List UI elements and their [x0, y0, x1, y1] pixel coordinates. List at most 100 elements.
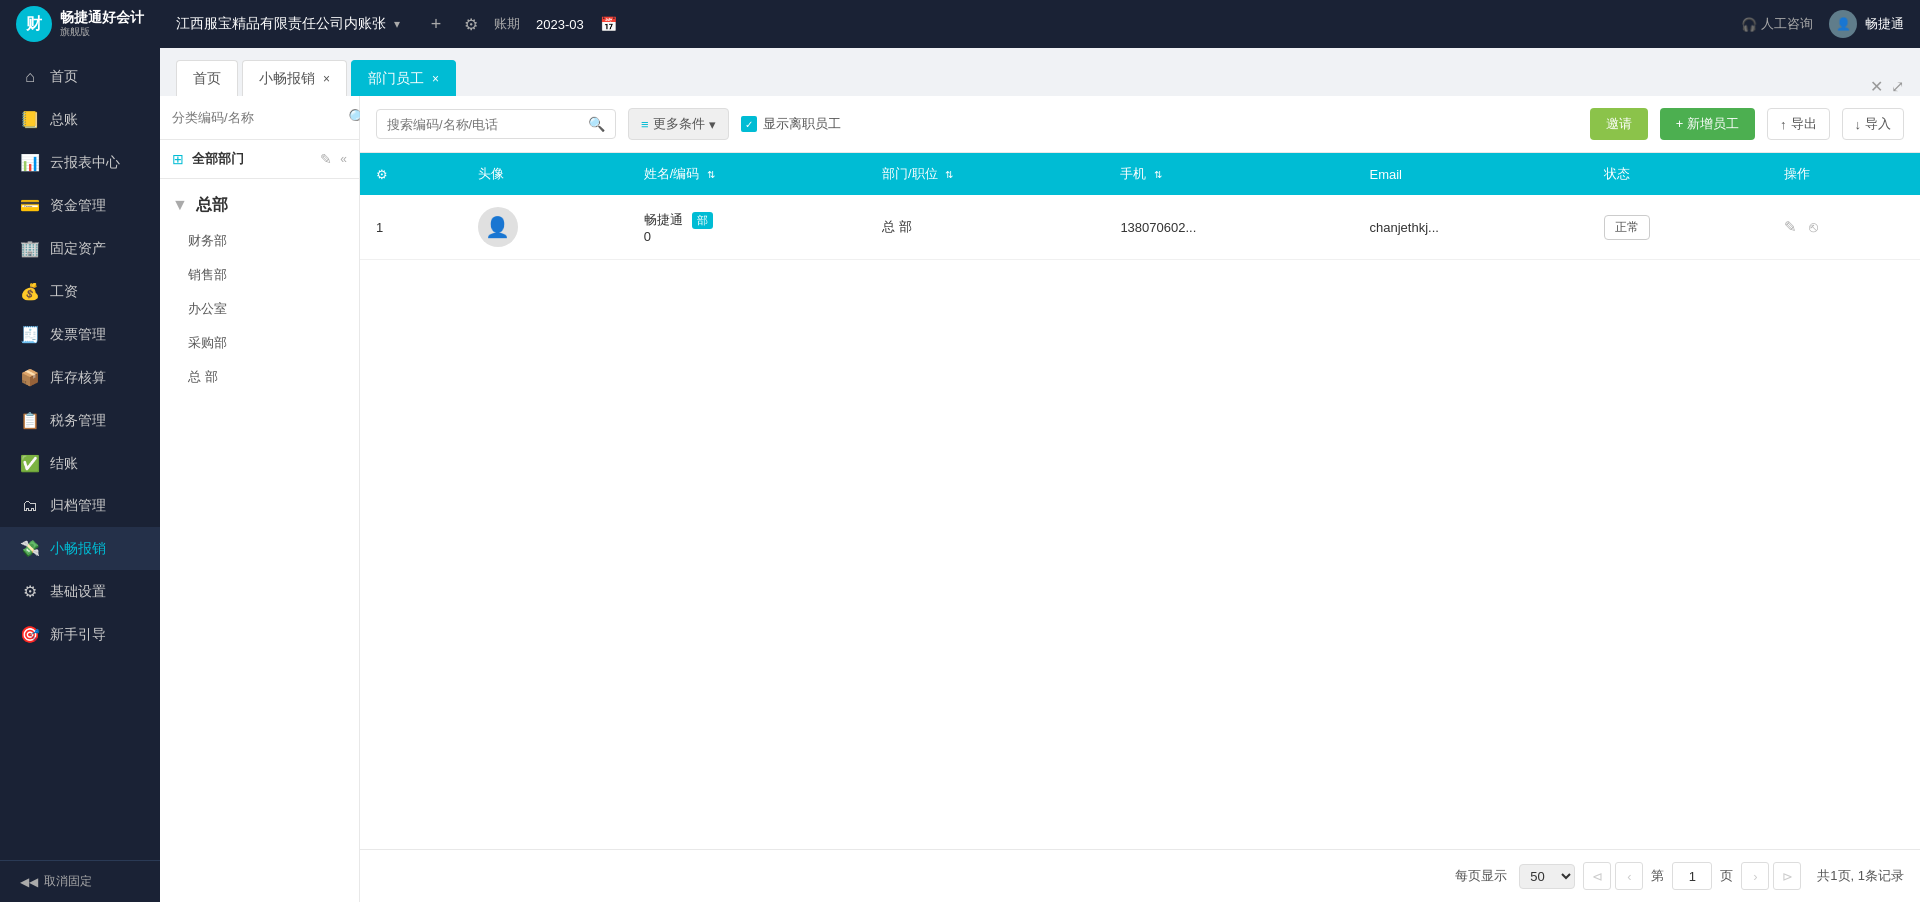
sidebar-item-label: 云报表中心: [50, 154, 120, 172]
tab-dept-close[interactable]: ×: [432, 72, 439, 86]
sidebar-item-invoice[interactable]: 🧾 发票管理: [0, 313, 160, 356]
per-page-select[interactable]: 50 100 200: [1519, 864, 1575, 889]
filter-chevron-icon: ▾: [709, 117, 716, 132]
dept-tree: ▼ 总部 财务部 销售部 办公室 采购部: [160, 179, 359, 902]
col-email: Email: [1353, 153, 1587, 195]
sidebar-item-basic[interactable]: ⚙ 基础设置: [0, 570, 160, 613]
page-input[interactable]: [1672, 862, 1712, 890]
avatar: 👤: [1829, 10, 1857, 38]
tab-expense-close[interactable]: ×: [323, 72, 330, 86]
dept-item-purchase[interactable]: 采购部: [160, 326, 359, 360]
sidebar: ⌂ 首页 📒 总账 📊 云报表中心 💳 资金管理 🏢 固定资产 💰 工资: [0, 48, 160, 902]
toolbar: 🔍 ≡ 更多条件 ▾ ✓ 显示离职员工 邀请 + 新增员工: [360, 96, 1920, 153]
period-value[interactable]: 2023-03: [536, 17, 584, 32]
right-content: 🔍 ≡ 更多条件 ▾ ✓ 显示离职员工 邀请 + 新增员工: [360, 96, 1920, 902]
row-status: 正常: [1588, 195, 1768, 260]
dept-tree-root[interactable]: ▼ 总部: [160, 187, 359, 224]
show-resigned-toggle[interactable]: ✓ 显示离职员工: [741, 115, 841, 133]
show-resigned-checkbox[interactable]: ✓: [741, 116, 757, 132]
calendar-icon[interactable]: 📅: [600, 16, 617, 32]
page-content: 🔍 ⊞ 全部部门 ✎ « ▼ 总部 财务部: [160, 96, 1920, 902]
tab-dept-employee[interactable]: 部门员工 ×: [351, 60, 456, 96]
last-page-button[interactable]: ⊳: [1773, 862, 1801, 890]
employee-search-input[interactable]: [387, 117, 582, 132]
top-header: 财 畅捷通好会计 旗舰版 江西服宝精品有限责任公司内账张 ▾ + ⚙ 账期 20…: [0, 0, 1920, 48]
sidebar-item-ledger[interactable]: 📒 总账: [0, 98, 160, 141]
invite-button[interactable]: 邀请: [1590, 108, 1648, 140]
import-button[interactable]: ↓ 导入: [1842, 108, 1905, 140]
sidebar-item-home[interactable]: ⌂ 首页: [0, 56, 160, 98]
tab-expense[interactable]: 小畅报销 ×: [242, 60, 347, 96]
logout-icon[interactable]: ⎋: [1809, 218, 1818, 236]
sidebar-item-expense[interactable]: 💸 小畅报销: [0, 527, 160, 570]
logo-area: 财 畅捷通好会计 旗舰版: [16, 6, 176, 42]
dept-root-label: 总部: [196, 196, 228, 213]
app-name: 畅捷通好会计: [60, 9, 144, 26]
tab-dept-label: 部门员工: [368, 70, 424, 88]
dept-grid-icon: ⊞: [172, 151, 184, 167]
sidebar-item-archive[interactable]: 🗂 归档管理: [0, 485, 160, 527]
dept-sales-label: 销售部: [188, 267, 227, 282]
tab-home[interactable]: 首页: [176, 60, 238, 96]
settings-icon[interactable]: ⚙: [464, 15, 478, 34]
col-dept[interactable]: 部门/职位 ⇅: [866, 153, 1104, 195]
pagination-buttons: ⊲ ‹ 第 页 › ⊳: [1583, 862, 1801, 890]
dept-item-office[interactable]: 办公室: [160, 292, 359, 326]
export-label: 导出: [1791, 115, 1817, 133]
sidebar-item-guide[interactable]: 🎯 新手引导: [0, 613, 160, 656]
dept-panel: 🔍 ⊞ 全部部门 ✎ « ▼ 总部 财务部: [160, 96, 360, 902]
header-middle: + ⚙ 账期 2023-03 📅: [424, 12, 617, 36]
company-selector[interactable]: 江西服宝精品有限责任公司内账张 ▾: [176, 15, 400, 33]
sidebar-item-salary[interactable]: 💰 工资: [0, 270, 160, 313]
sidebar-item-label: 结账: [50, 455, 78, 473]
expand-arrow-icon: ▼: [172, 196, 188, 213]
sidebar-item-settle[interactable]: ✅ 结账: [0, 442, 160, 485]
dept-item-general[interactable]: 总 部: [160, 360, 359, 394]
support-button[interactable]: 🎧 人工咨询: [1741, 15, 1813, 33]
dept-finance-label: 财务部: [188, 233, 227, 248]
add-employee-button[interactable]: + 新增员工: [1660, 108, 1755, 140]
col-status: 状态: [1588, 153, 1768, 195]
sidebar-item-tax[interactable]: 📋 税务管理: [0, 399, 160, 442]
invoice-icon: 🧾: [20, 325, 40, 344]
dept-edit-icon[interactable]: ✎: [320, 151, 332, 167]
sidebar-nav: ⌂ 首页 📒 总账 📊 云报表中心 💳 资金管理 🏢 固定资产 💰 工资: [0, 48, 160, 860]
table-footer: 每页显示 50 100 200 ⊲ ‹ 第 页 › ⊳: [360, 849, 1920, 902]
close-tab-btn[interactable]: ✕: [1870, 77, 1883, 96]
employee-dept-tag: 部: [692, 212, 713, 229]
dept-purchase-label: 采购部: [188, 335, 227, 350]
dept-item-finance[interactable]: 财务部: [160, 224, 359, 258]
cancel-pin-button[interactable]: ◀◀ 取消固定: [0, 860, 160, 902]
sidebar-item-label: 归档管理: [50, 497, 106, 515]
edit-icon[interactable]: ✎: [1784, 218, 1797, 236]
sidebar-item-inventory[interactable]: 📦 库存核算: [0, 356, 160, 399]
col-name[interactable]: 姓名/编码 ⇅: [628, 153, 866, 195]
export-button[interactable]: ↑ 导出: [1767, 108, 1830, 140]
add-tab-button[interactable]: +: [424, 12, 448, 36]
sidebar-item-label: 新手引导: [50, 626, 106, 644]
status-badge: 正常: [1604, 215, 1650, 240]
sidebar-item-fixed-assets[interactable]: 🏢 固定资产: [0, 227, 160, 270]
archive-icon: 🗂: [20, 497, 40, 515]
header-right: 🎧 人工咨询 👤 畅捷通: [1741, 10, 1904, 38]
maximize-tab-btn[interactable]: ⤢: [1891, 77, 1904, 96]
user-menu[interactable]: 👤 畅捷通: [1829, 10, 1904, 38]
col-phone[interactable]: 手机 ⇅: [1104, 153, 1353, 195]
sidebar-item-label: 资金管理: [50, 197, 106, 215]
sidebar-item-assets-mgmt[interactable]: 💳 资金管理: [0, 184, 160, 227]
prev-page-button[interactable]: ‹: [1615, 862, 1643, 890]
show-resigned-label: 显示离职员工: [763, 115, 841, 133]
next-page-button[interactable]: ›: [1741, 862, 1769, 890]
sidebar-item-reports[interactable]: 📊 云报表中心: [0, 141, 160, 184]
dept-search-input[interactable]: [172, 110, 340, 125]
row-dept: 总 部: [866, 195, 1104, 260]
first-page-button[interactable]: ⊲: [1583, 862, 1611, 890]
dept-collapse-icon[interactable]: «: [340, 152, 347, 166]
col-settings[interactable]: ⚙: [360, 153, 462, 195]
search-icon[interactable]: 🔍: [588, 116, 605, 132]
employee-table: ⚙ 头像 姓名/编码 ⇅ 部门/职位 ⇅ 手机 ⇅ Email 状态 操作: [360, 153, 1920, 849]
page-label: 页: [1720, 867, 1733, 885]
chevron-down-icon: ▾: [394, 17, 400, 31]
dept-item-sales[interactable]: 销售部: [160, 258, 359, 292]
filter-button[interactable]: ≡ 更多条件 ▾: [628, 108, 729, 140]
